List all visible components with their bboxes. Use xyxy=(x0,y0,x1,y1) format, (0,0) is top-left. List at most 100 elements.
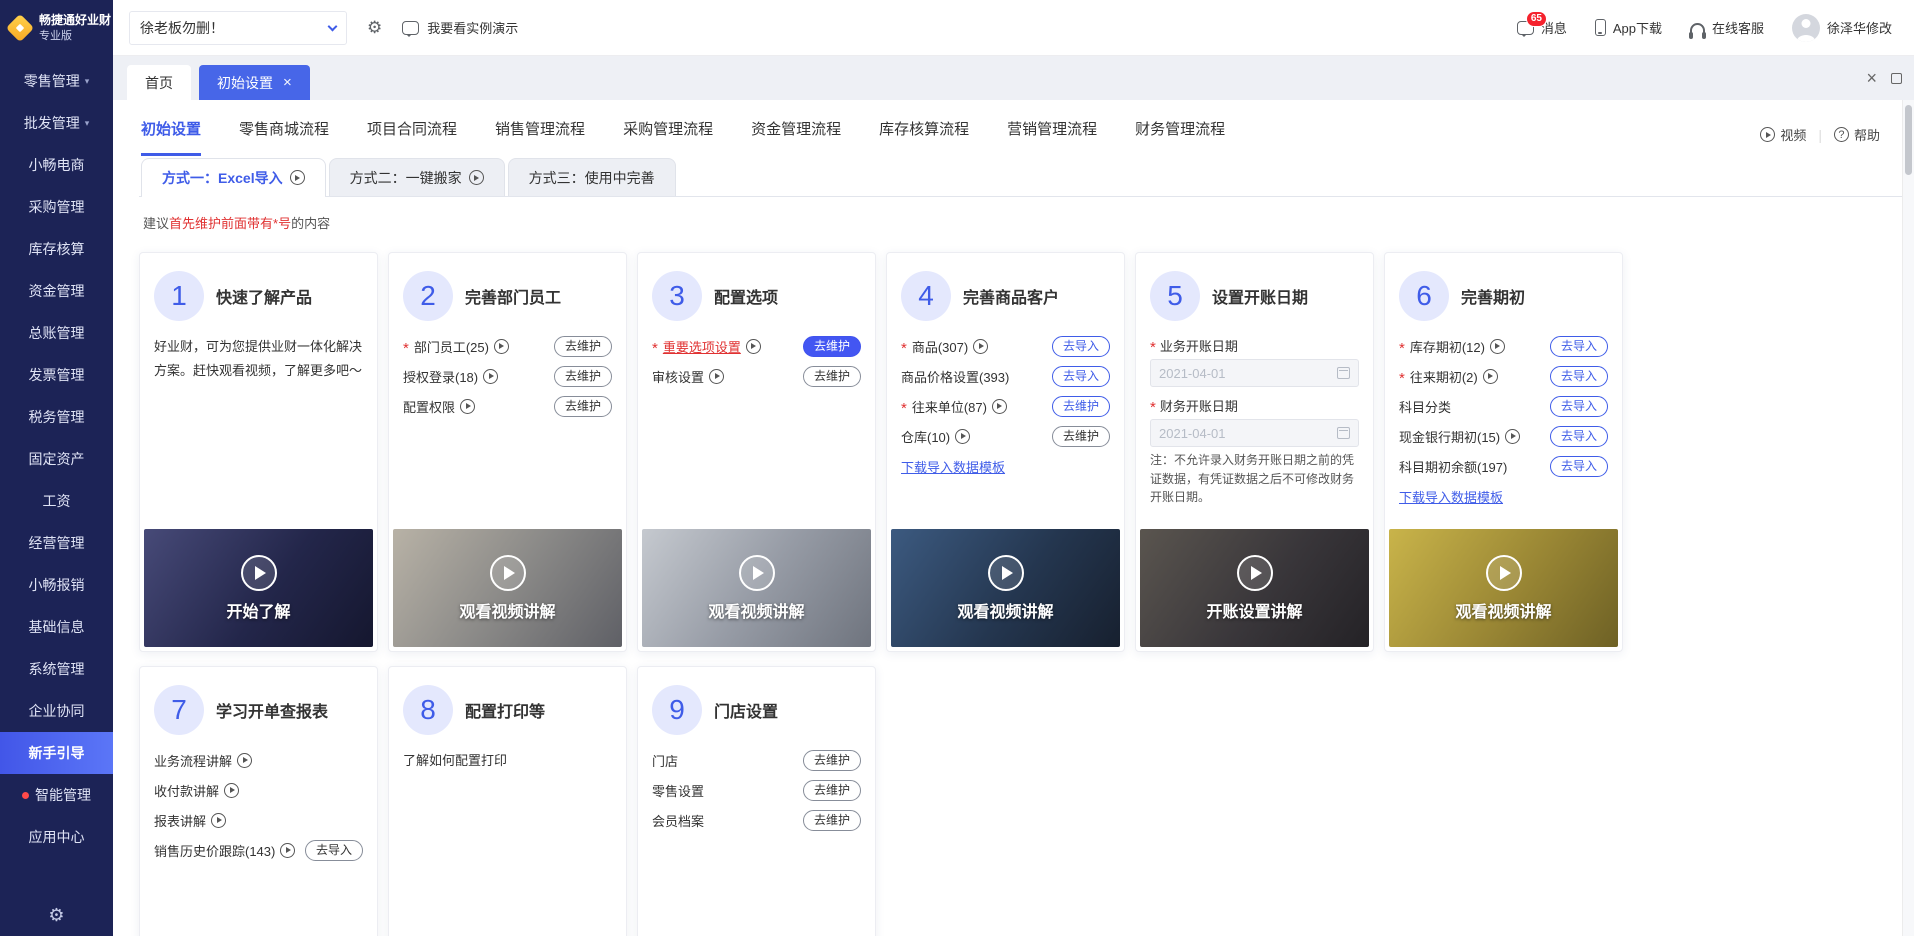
play-circle-icon[interactable] xyxy=(1489,338,1505,354)
play-circle-icon[interactable] xyxy=(224,782,240,798)
sidebar-item-7[interactable]: 发票管理 xyxy=(0,354,113,396)
action-button[interactable]: 去维护 xyxy=(802,365,861,387)
action-button[interactable]: 去导入 xyxy=(1549,455,1608,477)
task-row: 现金银行期初(15) 去导入 xyxy=(1399,421,1608,451)
module-tab-3[interactable]: 销售管理流程 xyxy=(495,118,585,156)
module-tab-5[interactable]: 资金管理流程 xyxy=(751,118,841,156)
window-tab-1[interactable]: 初始设置 × xyxy=(199,65,310,100)
module-tab-1[interactable]: 零售商城流程 xyxy=(239,118,329,156)
fullscreen-icon[interactable] xyxy=(1891,72,1902,84)
sidebar-item-8[interactable]: 税务管理 xyxy=(0,396,113,438)
play-circle-icon[interactable] xyxy=(1482,368,1498,384)
sidebar-item-17[interactable]: 智能管理 xyxy=(0,774,113,816)
user-menu[interactable]: 徐泽华修改 xyxy=(1791,13,1892,42)
download-template-link[interactable]: 下载导入数据模板 xyxy=(1399,487,1503,506)
help-button[interactable]: ? 帮助 xyxy=(1833,125,1880,144)
sidebar-item-1[interactable]: 批发管理 ▾ xyxy=(0,102,113,144)
play-circle-icon[interactable] xyxy=(237,752,253,768)
method-tab-0[interactable]: 方式一：Excel导入 xyxy=(141,158,326,197)
action-button[interactable]: 去导入 xyxy=(1549,335,1608,357)
video-thumbnail[interactable]: 观看视频讲解 xyxy=(1389,529,1618,647)
download-template-link[interactable]: 下载导入数据模板 xyxy=(901,457,1005,476)
play-circle-icon[interactable] xyxy=(493,338,509,354)
action-button[interactable]: 去维护 xyxy=(802,809,861,831)
action-button[interactable]: 去导入 xyxy=(1549,425,1608,447)
sidebar-item-4[interactable]: 库存核算 xyxy=(0,228,113,270)
action-button[interactable]: 去维护 xyxy=(802,335,861,357)
play-circle-icon[interactable] xyxy=(483,368,499,384)
video-thumbnail[interactable]: 观看视频讲解 xyxy=(891,529,1120,647)
action-button[interactable]: 去维护 xyxy=(553,365,612,387)
play-circle-icon[interactable] xyxy=(973,338,989,354)
action-button[interactable]: 去维护 xyxy=(1051,425,1110,447)
video-thumbnail[interactable]: 开账设置讲解 xyxy=(1140,529,1369,647)
method-tab-2[interactable]: 方式三：使用中完善 xyxy=(507,158,676,196)
app-download-button[interactable]: App下载 xyxy=(1594,18,1662,37)
action-button[interactable]: 去维护 xyxy=(553,395,612,417)
sidebar-item-6[interactable]: 总账管理 xyxy=(0,312,113,354)
method-tab-1[interactable]: 方式二：一键搬家 xyxy=(328,158,505,196)
action-button[interactable]: 去导入 xyxy=(1549,395,1608,417)
play-circle-icon[interactable] xyxy=(709,368,725,384)
video-thumbnail[interactable]: 开始了解 xyxy=(144,529,373,647)
module-tab-2[interactable]: 项目合同流程 xyxy=(367,118,457,156)
sidebar-item-15[interactable]: 企业协同 xyxy=(0,690,113,732)
company-selector[interactable]: 徐老板勿删！ xyxy=(129,10,347,45)
action-button[interactable]: 去维护 xyxy=(802,779,861,801)
date-input[interactable]: 2021-04-01 xyxy=(1150,359,1359,387)
video-thumbnail[interactable]: 观看视频讲解 xyxy=(642,529,871,647)
demo-link[interactable]: 我要看实例演示 xyxy=(402,18,518,37)
action-button[interactable]: 去导入 xyxy=(1051,365,1110,387)
play-circle-icon[interactable] xyxy=(745,338,761,354)
sidebar-item-12[interactable]: 小畅报销 xyxy=(0,564,113,606)
sidebar-item-18[interactable]: 应用中心 xyxy=(0,816,113,858)
module-tab-8[interactable]: 财务管理流程 xyxy=(1135,118,1225,156)
module-tab-0[interactable]: 初始设置 xyxy=(141,118,202,156)
card-title: 学习开单查报表 xyxy=(216,704,329,721)
action-button[interactable]: 去维护 xyxy=(802,749,861,771)
sidebar-item-0[interactable]: 零售管理 ▾ xyxy=(0,60,113,102)
window-tab-0[interactable]: 首页 xyxy=(127,65,191,100)
task-label-group: 门店 xyxy=(652,751,678,770)
sidebar-item-2[interactable]: 小畅电商 xyxy=(0,144,113,186)
action-button[interactable]: 去维护 xyxy=(553,335,612,357)
video-button[interactable]: 视频 xyxy=(1760,125,1806,144)
module-tab-7[interactable]: 营销管理流程 xyxy=(1007,118,1097,156)
module-tab-6[interactable]: 库存核算流程 xyxy=(879,118,969,156)
play-circle-icon xyxy=(289,170,305,185)
video-thumbnail[interactable]: 观看视频讲解 xyxy=(393,529,622,647)
sidebar-item-13[interactable]: 基础信息 xyxy=(0,606,113,648)
play-circle-icon[interactable] xyxy=(460,398,476,414)
action-button[interactable]: 去导入 xyxy=(1051,335,1110,357)
messages-button[interactable]: 65 消息 xyxy=(1516,10,1567,37)
close-icon[interactable]: × xyxy=(283,75,292,90)
date-input[interactable]: 2021-04-01 xyxy=(1150,419,1359,447)
sidebar-item-9[interactable]: 固定资产 xyxy=(0,438,113,480)
play-circle-icon[interactable] xyxy=(211,812,227,828)
sidebar-item-10[interactable]: 工资 xyxy=(0,480,113,522)
required-asterisk: * xyxy=(1150,338,1156,356)
settings-gear-icon[interactable]: ⚙ xyxy=(367,18,382,38)
scrollbar-thumb[interactable] xyxy=(1905,105,1912,175)
sidebar-item-3[interactable]: 采购管理 xyxy=(0,186,113,228)
module-tab-4[interactable]: 采购管理流程 xyxy=(623,118,713,156)
play-circle-icon[interactable] xyxy=(1505,428,1521,444)
scrollbar[interactable] xyxy=(1902,100,1914,936)
action-button[interactable]: 去导入 xyxy=(1549,365,1608,387)
step-number: 1 xyxy=(154,271,204,321)
sidebar-item-5[interactable]: 资金管理 xyxy=(0,270,113,312)
sidebar-item-14[interactable]: 系统管理 xyxy=(0,648,113,690)
play-circle-icon[interactable] xyxy=(991,398,1007,414)
play-circle-icon[interactable] xyxy=(955,428,971,444)
online-service-button[interactable]: 在线客服 xyxy=(1688,18,1764,39)
action-button[interactable]: 去维护 xyxy=(1051,395,1110,417)
card-body: 了解如何配置打印 xyxy=(389,743,626,773)
action-button[interactable]: 去导入 xyxy=(304,839,363,861)
sidebar-item-label: 小畅报销 xyxy=(28,577,85,593)
sidebar-item-16[interactable]: 新手引导 xyxy=(0,732,113,774)
sidebar-item-11[interactable]: 经营管理 xyxy=(0,522,113,564)
play-circle-icon[interactable] xyxy=(280,842,296,858)
cards-grid: 1 快速了解产品 好业财，可为您提供业财一体化解决方案。赶快观看视频，了解更多吧～ 开… xyxy=(139,252,1902,936)
gear-icon[interactable]: ⚙ xyxy=(48,905,64,926)
close-icon[interactable]: × xyxy=(1866,69,1877,87)
